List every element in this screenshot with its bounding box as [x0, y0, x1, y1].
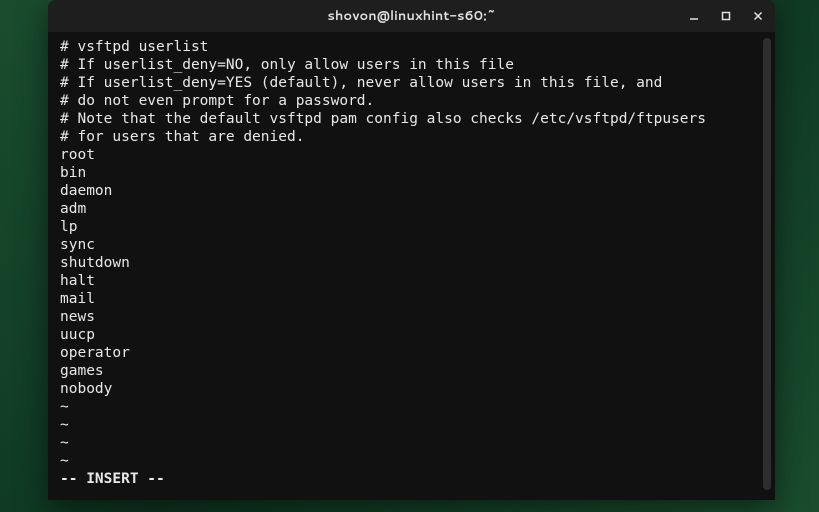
minimize-icon	[689, 11, 699, 21]
user-line: operator	[60, 344, 763, 362]
user-line: sync	[60, 236, 763, 254]
tilde-line: ~	[60, 416, 763, 434]
user-line: bin	[60, 164, 763, 182]
user-line: root	[60, 146, 763, 164]
maximize-icon	[721, 11, 731, 21]
user-line: uucp	[60, 326, 763, 344]
comment-line: # do not even prompt for a password.	[60, 92, 763, 110]
user-line: adm	[60, 200, 763, 218]
comment-line: # for users that are denied.	[60, 128, 763, 146]
user-line: halt	[60, 272, 763, 290]
comment-line: # If userlist_deny=YES (default), never …	[60, 74, 763, 92]
close-icon	[753, 11, 763, 21]
titlebar[interactable]: shovon@linuxhint-s60:~	[48, 0, 775, 32]
window-controls	[685, 7, 767, 25]
scrollbar[interactable]	[763, 38, 771, 490]
user-line: shutdown	[60, 254, 763, 272]
comment-line: # vsftpd userlist	[60, 38, 763, 56]
tilde-line: ~	[60, 452, 763, 470]
comment-line: # If userlist_deny=NO, only allow users …	[60, 56, 763, 74]
user-line: daemon	[60, 182, 763, 200]
editor-lines: # vsftpd userlist# If userlist_deny=NO, …	[60, 38, 763, 470]
maximize-button[interactable]	[717, 7, 735, 25]
terminal-window: shovon@linuxhint-s60:~ # vsftpd userlist…	[48, 0, 775, 500]
terminal-content[interactable]: # vsftpd userlist# If userlist_deny=NO, …	[48, 32, 775, 500]
user-line: lp	[60, 218, 763, 236]
user-line: news	[60, 308, 763, 326]
window-title: shovon@linuxhint-s60:~	[327, 7, 495, 25]
tilde-line: ~	[60, 398, 763, 416]
user-line: nobody	[60, 380, 763, 398]
comment-line: # Note that the default vsftpd pam confi…	[60, 110, 763, 128]
user-line: mail	[60, 290, 763, 308]
close-button[interactable]	[749, 7, 767, 25]
tilde-line: ~	[60, 434, 763, 452]
user-line: games	[60, 362, 763, 380]
minimize-button[interactable]	[685, 7, 703, 25]
editor-mode-line: -- INSERT --	[60, 470, 763, 488]
